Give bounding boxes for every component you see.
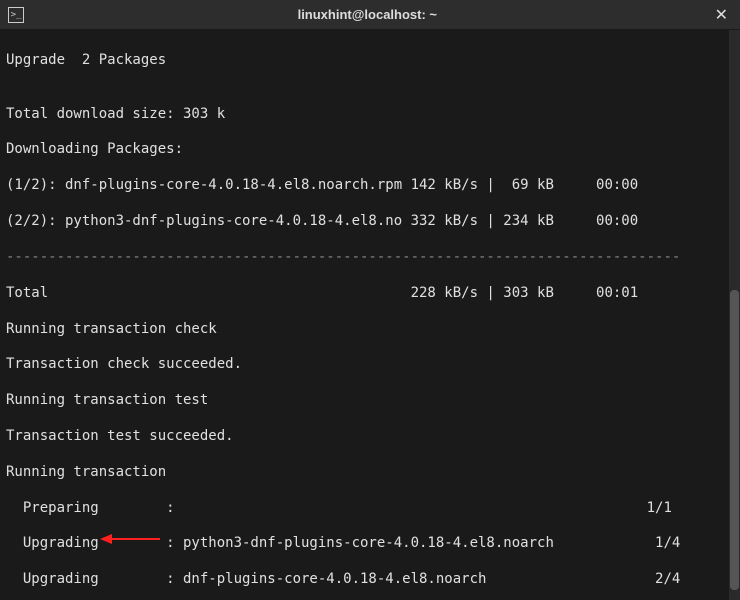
- titlebar: >_ linuxhint@localhost: ~ ✕: [0, 0, 740, 30]
- output-line: Total download size: 303 k: [6, 106, 734, 124]
- output-line: (1/2): dnf-plugins-core-4.0.18-4.el8.noa…: [6, 177, 734, 195]
- output-line: Total 228 kB/s | 303 kB 00:01: [6, 285, 734, 303]
- output-line: Upgrade 2 Packages: [6, 52, 734, 70]
- terminal-output[interactable]: Upgrade 2 Packages Total download size: …: [0, 30, 740, 600]
- output-line: Transaction check succeeded.: [6, 356, 734, 374]
- output-line: (2/2): python3-dnf-plugins-core-4.0.18-4…: [6, 213, 734, 231]
- output-line: Downloading Packages:: [6, 141, 734, 159]
- output-divider: ----------------------------------------…: [6, 249, 734, 267]
- output-line: Preparing : 1/1: [6, 500, 734, 518]
- output-line: Running transaction test: [6, 392, 734, 410]
- scrollbar-track[interactable]: [729, 30, 740, 600]
- titlebar-left: >_: [8, 7, 24, 23]
- terminal-icon: >_: [8, 7, 24, 23]
- output-line: Upgrading : python3-dnf-plugins-core-4.0…: [6, 535, 734, 553]
- output-line: Transaction test succeeded.: [6, 428, 734, 446]
- output-line: Upgrading : dnf-plugins-core-4.0.18-4.el…: [6, 571, 734, 589]
- scrollbar-thumb[interactable]: [730, 290, 739, 590]
- window-title: linuxhint@localhost: ~: [24, 7, 711, 22]
- output-line: Running transaction: [6, 464, 734, 482]
- output-line: Running transaction check: [6, 321, 734, 339]
- close-button[interactable]: ✕: [711, 5, 732, 25]
